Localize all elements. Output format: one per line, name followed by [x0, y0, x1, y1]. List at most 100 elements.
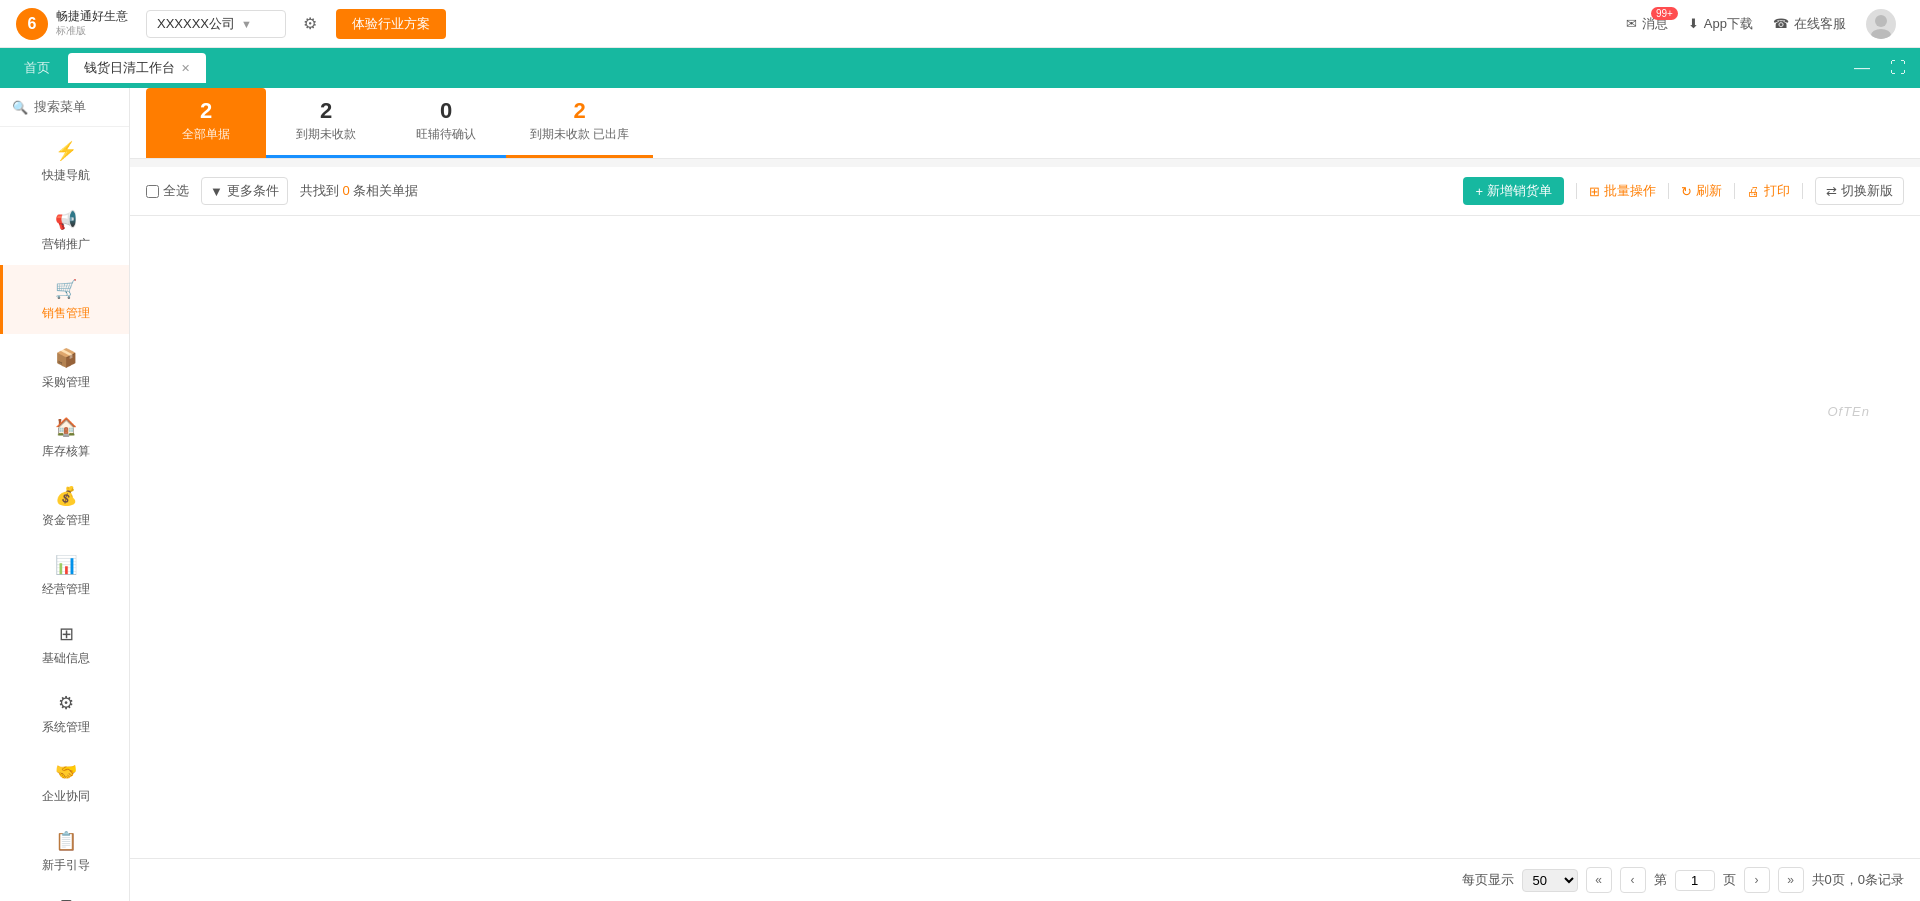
per-page-label: 每页显示 [1462, 871, 1514, 889]
batch-operation-button[interactable]: ⊞ 批量操作 [1589, 182, 1656, 200]
tab-maximize-button[interactable]: ⛶ [1884, 57, 1912, 79]
tab-work-bench[interactable]: 钱货日清工作台 ✕ [68, 53, 206, 83]
sidebar-item-basic-label: 基础信息 [42, 650, 90, 667]
app-download-label: App下载 [1704, 15, 1753, 33]
page-last-button[interactable]: » [1778, 867, 1804, 893]
sidebar-item-enterprise[interactable]: 🤝 企业协同 [0, 748, 129, 817]
settings-button[interactable]: ⚙ [296, 10, 324, 38]
message-badge: 99+ [1651, 7, 1678, 20]
tab-work-bench-label: 钱货日清工作台 [84, 59, 175, 77]
system-icon: ⚙ [54, 691, 78, 715]
sidebar-item-sales-label: 销售管理 [42, 305, 90, 322]
sales-icon: 🛒 [54, 277, 78, 301]
toolbar: 全选 ▼ 更多条件 共找到 0 条相关单据 + 新增销货单 ⊞ 批量操作 [130, 167, 1920, 216]
inventory-icon: 🏠 [54, 415, 78, 439]
tab-close-icon[interactable]: ✕ [181, 62, 190, 75]
logo-area: 6 畅捷通好生意 标准版 [16, 8, 146, 40]
sidebar-item-marketing[interactable]: 📢 营销推广 [0, 196, 129, 265]
logo-sub: 标准版 [56, 24, 128, 38]
page-number-input[interactable] [1675, 870, 1715, 891]
search-menu-icon: 🔍 [12, 100, 28, 115]
switch-label: 切换新版 [1841, 182, 1893, 200]
filter-button[interactable]: ▼ 更多条件 [201, 177, 288, 205]
add-icon: + [1475, 184, 1483, 199]
app-download-button[interactable]: ⬇ App下载 [1688, 15, 1753, 33]
toolbar-right: + 新增销货单 ⊞ 批量操作 ↻ 刷新 🖨 打印 [1463, 177, 1904, 205]
sidebar-item-sales[interactable]: 🛒 销售管理 [0, 265, 129, 334]
toolbar-divider-4 [1802, 183, 1803, 199]
filter-label: 更多条件 [227, 182, 279, 200]
svg-point-1 [1871, 29, 1891, 39]
sidebar-item-marketing-label: 营销推广 [42, 236, 90, 253]
sidebar-item-guide-label: 新手引导 [42, 857, 90, 874]
guide-icon: 📋 [54, 829, 78, 853]
page-next-button[interactable]: › [1744, 867, 1770, 893]
often-badge: OfTEn [1827, 404, 1870, 419]
sidebar-item-quick-nav[interactable]: ⚡ 快捷导航 [0, 127, 129, 196]
per-page-select[interactable]: 50 100 200 [1522, 869, 1578, 892]
total-label: 共0页，0条记录 [1812, 871, 1904, 889]
message-button[interactable]: ✉ 消息 99+ [1626, 15, 1668, 33]
select-all-checkbox[interactable]: 全选 [146, 182, 189, 200]
logo-text: 畅捷通好生意 [56, 9, 128, 25]
stats-tabs: 2 全部单据 2 到期未收款 0 旺辅待确认 2 到期未收款 已出库 [130, 88, 1920, 159]
select-all-label: 全选 [163, 182, 189, 200]
select-all-input[interactable] [146, 185, 159, 198]
trial-button[interactable]: 体验行业方案 [336, 9, 446, 39]
service-icon: ☎ [1773, 16, 1789, 31]
tab-home[interactable]: 首页 [8, 53, 66, 83]
batch-label: 批量操作 [1604, 182, 1656, 200]
refresh-button[interactable]: ↻ 刷新 [1681, 182, 1722, 200]
svg-point-0 [1875, 15, 1887, 27]
found-prefix: 共找到 [300, 183, 339, 198]
online-service-label: 在线客服 [1794, 15, 1846, 33]
basic-icon: ⊞ [54, 622, 78, 646]
app-download-icon: ⬇ [1688, 16, 1699, 31]
sidebar-item-finance[interactable]: 💰 资金管理 [0, 472, 129, 541]
sidebar-item-inventory[interactable]: 🏠 库存核算 [0, 403, 129, 472]
company-name: XXXXXX公司 [157, 15, 235, 33]
add-sales-order-button[interactable]: + 新增销货单 [1463, 177, 1564, 205]
sidebar-item-purchase[interactable]: 📦 采购管理 [0, 334, 129, 403]
sidebar-item-basic[interactable]: ⊞ 基础信息 [0, 610, 129, 679]
search-menu-label: 搜索菜单 [34, 98, 86, 116]
add-label: 新增销货单 [1487, 182, 1552, 200]
user-info[interactable] [1866, 9, 1904, 39]
pagination-bar: 每页显示 50 100 200 « ‹ 第 页 › » 共0页，0条记录 [130, 858, 1920, 901]
sidebar-item-operation[interactable]: 📊 经营管理 [0, 541, 129, 610]
operation-icon: 📊 [54, 553, 78, 577]
switch-version-button[interactable]: ⇄ 切换新版 [1815, 177, 1904, 205]
page-suffix: 页 [1723, 871, 1736, 889]
stat-overdue-num: 2 [290, 100, 362, 122]
page-first-button[interactable]: « [1586, 867, 1612, 893]
stat-overdue-stock-num: 2 [530, 100, 629, 122]
online-service-button[interactable]: ☎ 在线客服 [1773, 15, 1846, 33]
tab-minimize-button[interactable]: — [1848, 57, 1876, 79]
tab-bar-actions: — ⛶ [1848, 57, 1912, 79]
print-button[interactable]: 🖨 打印 [1747, 182, 1790, 200]
enterprise-icon: 🤝 [54, 760, 78, 784]
stat-pending-num: 0 [410, 100, 482, 122]
stat-pending-label: 旺辅待确认 [410, 126, 482, 143]
sidebar-item-apps[interactable]: 📱 应用中心 [0, 886, 129, 901]
search-menu-item[interactable]: 🔍 搜索菜单 [0, 88, 129, 127]
sidebar-item-guide[interactable]: 📋 新手引导 [0, 817, 129, 886]
stat-tab-overdue[interactable]: 2 到期未收款 [266, 88, 386, 158]
marketing-icon: 📢 [54, 208, 78, 232]
print-icon: 🖨 [1747, 184, 1760, 199]
sidebar-item-finance-label: 资金管理 [42, 512, 90, 529]
logo-icon: 6 [16, 8, 48, 40]
main-layout: 🔍 搜索菜单 ⚡ 快捷导航 📢 营销推广 🛒 销售管理 📦 采购管理 🏠 库存核… [0, 88, 1920, 901]
sidebar-item-system[interactable]: ⚙ 系统管理 [0, 679, 129, 748]
tab-bar: 首页 钱货日清工作台 ✕ — ⛶ [0, 48, 1920, 88]
page-prev-button[interactable]: ‹ [1620, 867, 1646, 893]
print-label: 打印 [1764, 182, 1790, 200]
stat-tab-overdue-stock[interactable]: 2 到期未收款 已出库 [506, 88, 653, 158]
stat-tab-all[interactable]: 2 全部单据 [146, 88, 266, 158]
refresh-label: 刷新 [1696, 182, 1722, 200]
company-selector[interactable]: XXXXXX公司 ▼ [146, 10, 286, 38]
stat-tab-pending[interactable]: 0 旺辅待确认 [386, 88, 506, 158]
purchase-icon: 📦 [54, 346, 78, 370]
stat-all-label: 全部单据 [170, 126, 242, 143]
message-icon: ✉ [1626, 16, 1637, 31]
